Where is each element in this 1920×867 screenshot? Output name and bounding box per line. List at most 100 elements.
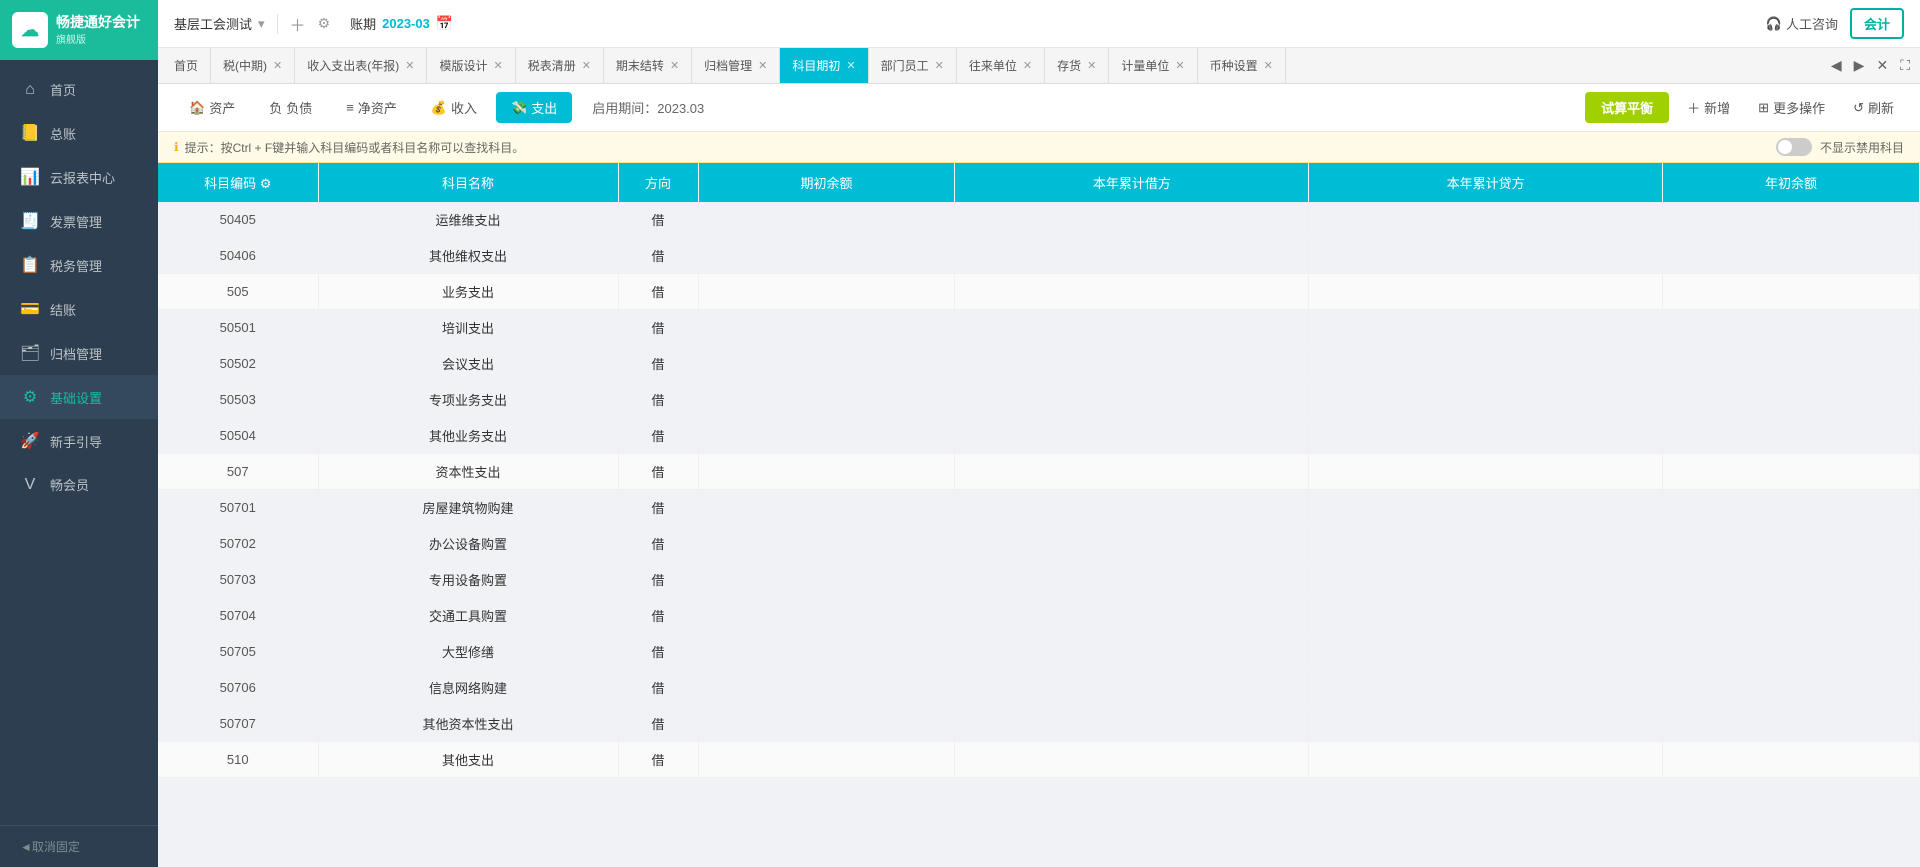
cell-1[interactable] [955, 706, 1309, 742]
cell-3[interactable] [1663, 634, 1920, 670]
table-row[interactable]: 50703专用设备购置借 [158, 562, 1920, 598]
tab-12[interactable]: 币种设置✕ [1198, 48, 1286, 84]
tab-10[interactable]: 存货✕ [1045, 48, 1109, 84]
cell-3[interactable] [1663, 238, 1920, 274]
cell-1[interactable] [955, 598, 1309, 634]
tab-next-icon[interactable]: ▶ [1848, 57, 1871, 74]
tab-9[interactable]: 往来单位✕ [957, 48, 1045, 84]
tab-3[interactable]: 模版设计✕ [427, 48, 515, 84]
cell-2[interactable] [1309, 382, 1663, 418]
cell-2[interactable] [1309, 526, 1663, 562]
sidebar-item-home[interactable]: ⌂ 首页 [0, 68, 158, 111]
tab-close-1[interactable]: ✕ [273, 59, 282, 72]
cell-2[interactable] [1309, 346, 1663, 382]
cell-1[interactable] [955, 634, 1309, 670]
tab-close-3[interactable]: ✕ [493, 59, 502, 72]
cell-3[interactable] [1663, 706, 1920, 742]
cell-1[interactable] [955, 454, 1309, 490]
cell-2[interactable] [1309, 562, 1663, 598]
tab-close-2[interactable]: ✕ [405, 59, 414, 72]
sidebar-item-tax[interactable]: 📋 税务管理 [0, 243, 158, 287]
table-row[interactable]: 50705大型修缮借 [158, 634, 1920, 670]
cell-3[interactable] [1663, 202, 1920, 238]
cell-0[interactable] [698, 598, 955, 634]
more-button[interactable]: ⊞ 更多操作 [1748, 92, 1835, 123]
cell-1[interactable] [955, 418, 1309, 454]
sidebar-item-invoice[interactable]: 🧾 发票管理 [0, 199, 158, 243]
cell-0[interactable] [698, 202, 955, 238]
tab-close-10[interactable]: ✕ [1087, 59, 1096, 72]
service-button[interactable]: 🎧 人工咨询 [1766, 14, 1838, 33]
table-row[interactable]: 50707其他资本性支出借 [158, 706, 1920, 742]
cell-2[interactable] [1309, 418, 1663, 454]
cell-3[interactable] [1663, 490, 1920, 526]
tab-2[interactable]: 收入支出表(年报)✕ [295, 48, 427, 84]
table-row[interactable]: 50503专项业务支出借 [158, 382, 1920, 418]
balance-button[interactable]: 试算平衡 [1585, 92, 1669, 123]
tab-close-5[interactable]: ✕ [670, 59, 679, 72]
cell-0[interactable] [698, 418, 955, 454]
cell-2[interactable] [1309, 634, 1663, 670]
tab-4[interactable]: 税表清册✕ [516, 48, 604, 84]
sidebar-item-report[interactable]: 📊 云报表中心 [0, 155, 158, 199]
sidebar-item-settings[interactable]: ⚙ 基础设置 [0, 375, 158, 419]
subtab-liability[interactable]: 负 负债 [254, 92, 327, 123]
table-row[interactable]: 50502会议支出借 [158, 346, 1920, 382]
cell-3[interactable] [1663, 670, 1920, 706]
tab-11[interactable]: 计量单位✕ [1109, 48, 1197, 84]
cell-3[interactable] [1663, 274, 1920, 310]
cell-3[interactable] [1663, 562, 1920, 598]
sidebar-item-ledger[interactable]: 📒 总账 [0, 111, 158, 155]
tab-1[interactable]: 税(中期)✕ [211, 48, 295, 84]
cell-1[interactable] [955, 202, 1309, 238]
cell-1[interactable] [955, 346, 1309, 382]
cell-2[interactable] [1309, 742, 1663, 778]
cell-0[interactable] [698, 238, 955, 274]
cell-3[interactable] [1663, 346, 1920, 382]
table-row[interactable]: 50501培训支出借 [158, 310, 1920, 346]
cell-3[interactable] [1663, 418, 1920, 454]
cell-0[interactable] [698, 310, 955, 346]
sidebar-item-guide[interactable]: 🚀 新手引导 [0, 419, 158, 463]
subtab-income[interactable]: 💰 收入 [416, 92, 492, 123]
cell-2[interactable] [1309, 202, 1663, 238]
tab-close-4[interactable]: ✕ [582, 59, 591, 72]
table-row[interactable]: 50405运维维支出借 [158, 202, 1920, 238]
cell-2[interactable] [1309, 310, 1663, 346]
th-0[interactable]: 科目编码 ⚙ [158, 163, 318, 202]
tab-8[interactable]: 部门员工✕ [869, 48, 957, 84]
cell-1[interactable] [955, 490, 1309, 526]
refresh-button[interactable]: ↺ 刷新 [1843, 92, 1904, 123]
subtab-asset[interactable]: 🏠 资产 [174, 92, 250, 123]
cell-1[interactable] [955, 382, 1309, 418]
tab-prev-icon[interactable]: ◀ [1825, 57, 1848, 74]
cell-0[interactable] [698, 526, 955, 562]
cell-1[interactable] [955, 238, 1309, 274]
table-row[interactable]: 50704交通工具购置借 [158, 598, 1920, 634]
table-row[interactable]: 50406其他维权支出借 [158, 238, 1920, 274]
cell-0[interactable] [698, 454, 955, 490]
cell-0[interactable] [698, 382, 955, 418]
cell-0[interactable] [698, 742, 955, 778]
calendar-icon[interactable]: 📅 [436, 15, 453, 32]
tab-close-7[interactable]: ✕ [846, 59, 855, 72]
cell-0[interactable] [698, 346, 955, 382]
cell-3[interactable] [1663, 310, 1920, 346]
cell-2[interactable] [1309, 238, 1663, 274]
add-button[interactable]: ＋ 新增 [1677, 92, 1740, 123]
cell-1[interactable] [955, 526, 1309, 562]
tab-0[interactable]: 首页 [162, 48, 211, 84]
sidebar-item-archive[interactable]: 🗂 归档管理 [0, 331, 158, 375]
cell-2[interactable] [1309, 454, 1663, 490]
subtab-equity[interactable]: ≡ 净资产 [331, 92, 412, 123]
cell-3[interactable] [1663, 742, 1920, 778]
tab-7[interactable]: 科目期初✕ [780, 48, 868, 84]
table-row[interactable]: 505业务支出借 [158, 274, 1920, 310]
cell-0[interactable] [698, 634, 955, 670]
tab-close-6[interactable]: ✕ [758, 59, 767, 72]
cell-1[interactable] [955, 670, 1309, 706]
tab-close-8[interactable]: ✕ [935, 59, 944, 72]
cell-2[interactable] [1309, 598, 1663, 634]
cell-0[interactable] [698, 490, 955, 526]
cell-2[interactable] [1309, 670, 1663, 706]
